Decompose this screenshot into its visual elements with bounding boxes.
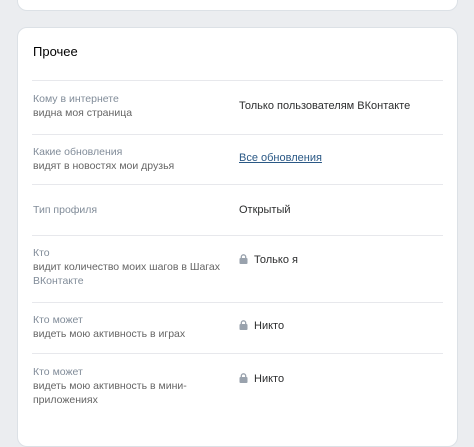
divider <box>32 134 443 135</box>
games-activity-value: Никто <box>254 320 285 332</box>
lock-icon <box>239 320 248 334</box>
previous-settings-card <box>17 0 458 11</box>
divider <box>32 80 443 81</box>
setting-label: Кто может видеть мою активность в играх <box>33 314 186 340</box>
divider <box>32 235 443 236</box>
setting-label: Кому в интернете видна моя страница <box>33 93 133 119</box>
divider <box>32 353 443 354</box>
miniapps-activity-select[interactable]: Никто <box>239 372 284 387</box>
news-updates-link[interactable]: Все обновления <box>239 151 322 165</box>
divider <box>32 302 443 303</box>
section-title: Прочее <box>33 44 78 59</box>
setting-label: Кто видит количество моих шагов в Шагах … <box>33 247 220 287</box>
steps-visibility-select[interactable]: Только я <box>239 253 298 268</box>
setting-label: Кто может видеть мою активность в мини- … <box>33 366 187 406</box>
profile-type-select[interactable]: Открытый <box>239 203 291 217</box>
games-activity-select[interactable]: Никто <box>239 319 284 334</box>
setting-label: Тип профиля <box>33 204 98 216</box>
lock-icon <box>239 373 248 387</box>
setting-label: Какие обновления видят в новостях мои др… <box>33 146 175 172</box>
lock-icon <box>239 254 248 268</box>
steps-visibility-value: Только я <box>254 254 298 266</box>
miniapps-activity-value: Никто <box>254 373 285 385</box>
page-visibility-select[interactable]: Только пользователям ВКонтакте <box>239 99 410 113</box>
other-settings-card: Прочее Кому в интернете видна моя страни… <box>17 27 458 447</box>
divider <box>32 184 443 185</box>
